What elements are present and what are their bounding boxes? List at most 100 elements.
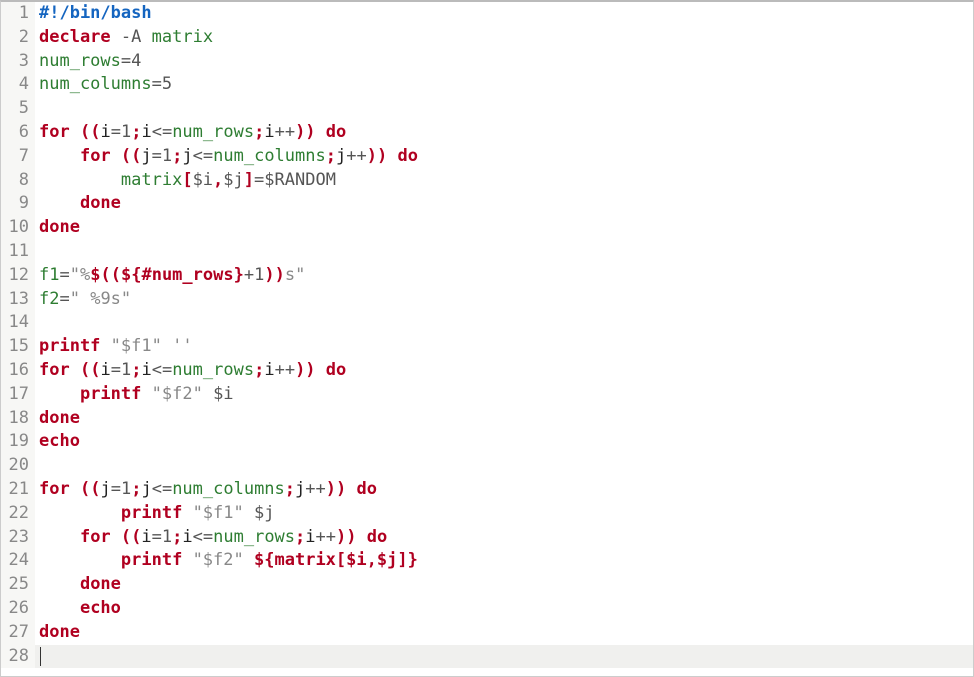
- line-number: 11: [1, 240, 35, 264]
- code-token: [203, 384, 213, 404]
- line-number: 28: [1, 645, 35, 669]
- code-line: 24 printf "$f2" ${matrix[$i,$j]}: [1, 549, 973, 573]
- line-number: 8: [1, 169, 35, 193]
- code-token: for: [39, 360, 70, 380]
- code-token: $j: [254, 503, 274, 523]
- code-token: {: [131, 265, 141, 285]
- line-number: 9: [1, 192, 35, 216]
- line-number: 3: [1, 50, 35, 74]
- code-token: i: [100, 360, 110, 380]
- code-token: j: [182, 146, 192, 166]
- code-token: [182, 550, 192, 570]
- code-token: j: [295, 479, 305, 499]
- code-line: 4num_columns=5: [1, 73, 973, 97]
- code-token: $RANDOM: [264, 170, 336, 190]
- code-line: 11: [1, 240, 973, 264]
- line-content: num_columns=5: [35, 73, 973, 97]
- code-editor[interactable]: 1#!/bin/bash2declare -A matrix3 num_rows =…: [0, 0, 974, 677]
- code-line: 5: [1, 97, 973, 121]
- code-token: $i: [193, 170, 213, 190]
- code-token: f1: [39, 265, 59, 285]
- code-token: for: [80, 146, 111, 166]
- code-token: "$f1": [193, 503, 244, 523]
- code-token: done: [80, 574, 121, 594]
- code-token: num_columns: [213, 146, 326, 166]
- code-token: ;: [295, 527, 305, 547]
- code-token: matrix: [152, 27, 213, 47]
- code-token: [39, 527, 80, 547]
- line-content: for ((i=1;i<=num_rows;i++)) do: [35, 359, 973, 383]
- code-token: done: [39, 217, 80, 237]
- code-token: [141, 384, 151, 404]
- code-token: [39, 193, 80, 213]
- code-token: s: [285, 265, 295, 285]
- code-token: do: [326, 360, 346, 380]
- line-number: 10: [1, 216, 35, 240]
- code-token: num_rows: [172, 122, 254, 142]
- line-number: 14: [1, 311, 35, 335]
- code-token: [111, 146, 121, 166]
- line-number: 2: [1, 26, 35, 50]
- line-number: 25: [1, 573, 35, 597]
- code-token: =: [111, 122, 121, 142]
- code-token: num_columns: [172, 479, 285, 499]
- code-line: 19echo: [1, 430, 973, 454]
- code-token: j: [336, 146, 346, 166]
- line-content: done: [35, 192, 973, 216]
- code-token: 1: [254, 265, 264, 285]
- code-token: [70, 479, 80, 499]
- code-token: "$f1": [111, 336, 162, 356]
- code-token: [39, 550, 121, 570]
- line-number: 15: [1, 335, 35, 359]
- code-token: printf: [121, 550, 182, 570]
- code-token: $i: [346, 550, 366, 570]
- code-token: $j: [377, 550, 397, 570]
- code-token: [357, 527, 367, 547]
- line-content: [35, 97, 973, 121]
- line-content: done: [35, 573, 973, 597]
- code-token: num_rows: [172, 360, 254, 380]
- code-token: ((: [80, 360, 100, 380]
- code-token: =: [152, 74, 162, 94]
- code-line: 9 done: [1, 192, 973, 216]
- line-content: printf "$f1" '': [35, 335, 973, 359]
- line-content: printf "$f2" ${matrix[$i,$j]}: [35, 549, 973, 573]
- code-token: [39, 170, 121, 190]
- code-token: do: [326, 122, 346, 142]
- code-token: [70, 122, 80, 142]
- code-token: [39, 598, 80, 618]
- code-token: =: [59, 289, 69, 309]
- code-token: =: [111, 479, 121, 499]
- code-token: ++: [275, 360, 295, 380]
- code-token: i: [141, 360, 151, 380]
- code-token: ;: [172, 146, 182, 166]
- line-number: 21: [1, 478, 35, 502]
- line-number: 4: [1, 73, 35, 97]
- code-token: "$f2": [152, 384, 203, 404]
- code-token: ;: [131, 360, 141, 380]
- code-token: [39, 146, 80, 166]
- code-token: i: [141, 527, 151, 547]
- code-token: ": [295, 265, 305, 285]
- code-token: ,: [367, 550, 377, 570]
- line-content: echo: [35, 597, 973, 621]
- code-token: i: [182, 527, 192, 547]
- code-token: [39, 503, 121, 523]
- code-token: ;: [131, 479, 141, 499]
- code-line: 6for ((i=1;i<=num_rows;i++)) do: [1, 121, 973, 145]
- code-token: [387, 146, 397, 166]
- code-line: 26 echo: [1, 597, 973, 621]
- code-token: =: [121, 51, 131, 71]
- code-line: 2declare -A matrix: [1, 26, 973, 50]
- code-token: $: [90, 265, 100, 285]
- code-token: 4: [131, 51, 141, 71]
- code-token: printf: [121, 503, 182, 523]
- code-line: 1#!/bin/bash: [1, 2, 973, 26]
- code-token: -A: [121, 27, 141, 47]
- text-cursor: [40, 647, 41, 666]
- code-token: ;: [326, 146, 336, 166]
- code-token: $i: [213, 384, 233, 404]
- line-content: declare -A matrix: [35, 26, 973, 50]
- code-token: for: [39, 479, 70, 499]
- code-token: [244, 503, 254, 523]
